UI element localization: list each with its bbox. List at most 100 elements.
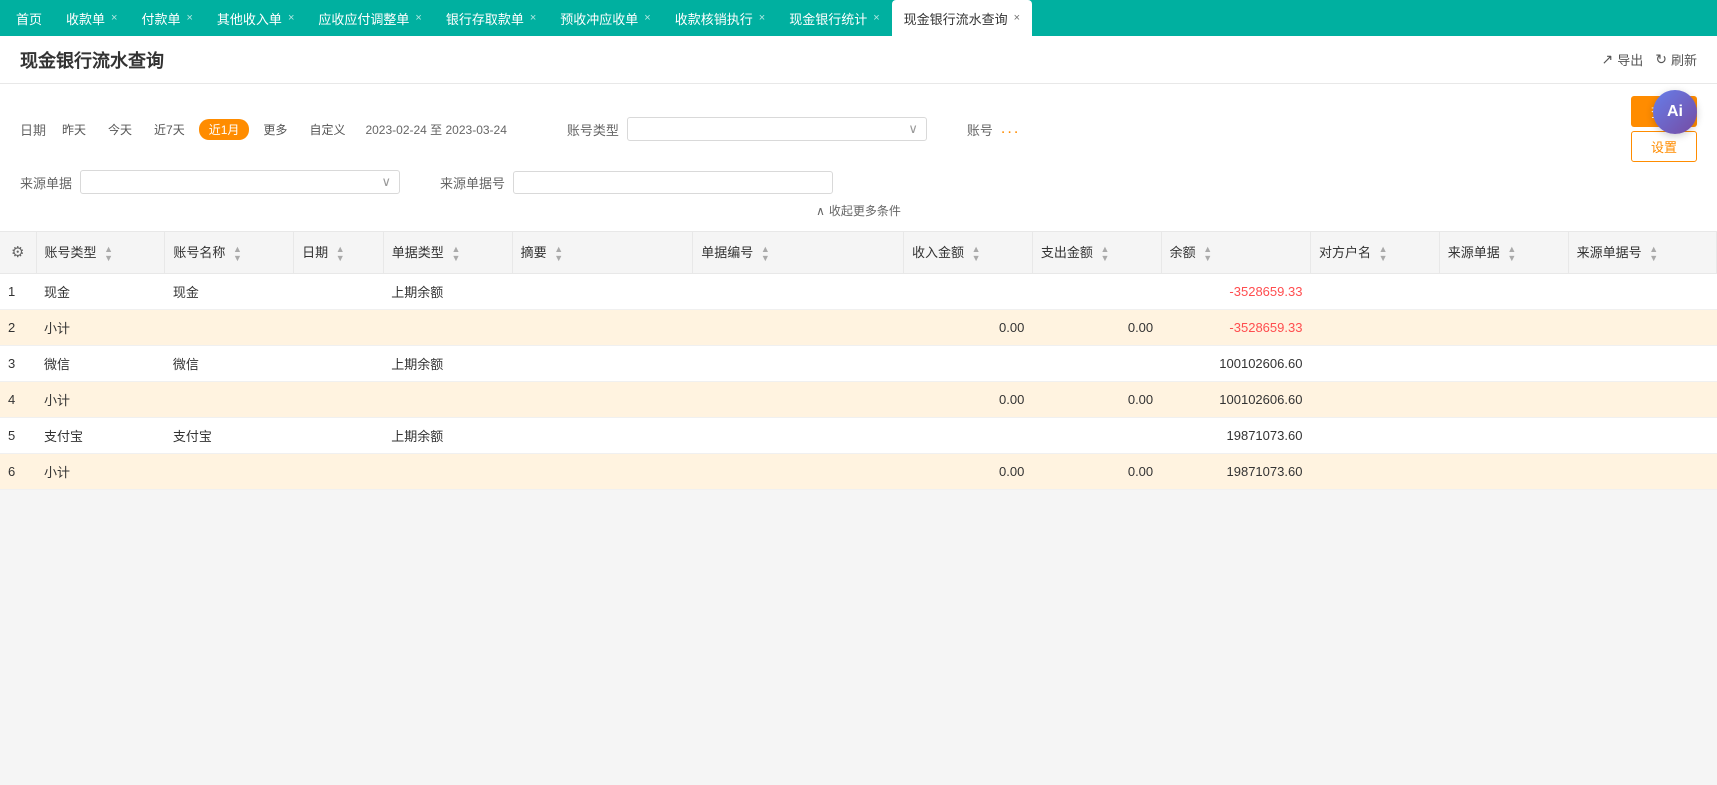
- date-1month[interactable]: 近1月: [199, 119, 250, 140]
- table-row: 4小计0.000.00100102606.60: [0, 381, 1717, 417]
- sort-source-doc-no-icon[interactable]: ▲▼: [1649, 245, 1658, 263]
- cell-account-name: 支付宝: [165, 417, 294, 453]
- cell-doc-no: [693, 381, 904, 417]
- cell-source-doc-no: [1568, 453, 1716, 489]
- date-more[interactable]: 更多: [255, 119, 295, 140]
- col-summary: 摘要 ▲▼: [512, 232, 693, 273]
- source-doc-no-input[interactable]: [513, 171, 833, 194]
- cell-account-type: 微信: [36, 345, 165, 381]
- cell-date: [294, 345, 384, 381]
- close-tab-6-icon[interactable]: ×: [759, 12, 765, 24]
- source-doc-no-label: 来源单据号: [440, 173, 505, 192]
- cell-doc-type: [383, 381, 512, 417]
- cell-expense: [1032, 273, 1161, 309]
- cell-summary: [512, 273, 693, 309]
- cell-summary: [512, 453, 693, 489]
- cell-account-name: [165, 381, 294, 417]
- sort-account-type-icon[interactable]: ▲▼: [104, 245, 113, 263]
- ai-assistant-button[interactable]: Ai: [1653, 90, 1697, 134]
- close-tab-8-icon[interactable]: ×: [1014, 12, 1020, 24]
- nav-tab-1[interactable]: 付款单 ×: [129, 0, 204, 36]
- col-source-doc-no-label: 来源单据号: [1577, 245, 1642, 260]
- cell-source-doc: [1439, 417, 1568, 453]
- nav-tab-5[interactable]: 预收冲应收单 ×: [548, 0, 662, 36]
- cell-income: 0.00: [904, 309, 1033, 345]
- sort-balance-icon[interactable]: ▲▼: [1203, 245, 1212, 263]
- cell-expense: 0.00: [1032, 453, 1161, 489]
- cell-account-name: 现金: [165, 273, 294, 309]
- sort-summary-icon[interactable]: ▲▼: [554, 245, 563, 263]
- close-tab-0-icon[interactable]: ×: [111, 12, 117, 24]
- col-income-label: 收入金额: [912, 245, 964, 260]
- sort-doc-no-icon[interactable]: ▲▼: [761, 245, 770, 263]
- page-header: 现金银行流水查询 ↗ 导出 ↻ 刷新: [0, 36, 1717, 84]
- nav-tab-3[interactable]: 应收应付调整单 ×: [306, 0, 433, 36]
- account-type-select[interactable]: ∨: [627, 117, 927, 141]
- cell-account-type: 小计: [36, 381, 165, 417]
- date-today[interactable]: 今天: [100, 119, 140, 140]
- cell-summary: [512, 309, 693, 345]
- cell-date: [294, 381, 384, 417]
- nav-tab-6[interactable]: 收款核销执行 ×: [663, 0, 777, 36]
- col-counterparty-label: 对方户名: [1319, 245, 1371, 260]
- sort-date-icon[interactable]: ▲▼: [336, 245, 345, 263]
- refresh-button[interactable]: ↻ 刷新: [1655, 50, 1697, 69]
- col-doc-no-label: 单据编号: [701, 245, 753, 260]
- cell-account-type: 小计: [36, 453, 165, 489]
- sort-income-icon[interactable]: ▲▼: [972, 245, 981, 263]
- data-table: ⚙ 账号类型 ▲▼ 账号名称 ▲▼ 日期 ▲▼ 单据类型 ▲▼: [0, 232, 1717, 490]
- export-button[interactable]: ↗ 导出: [1602, 50, 1644, 69]
- filter-row-2: 来源单据 ∨ 来源单据号: [20, 170, 1697, 194]
- filter-row-1: 日期 昨天 今天 近7天 近1月 更多 自定义 2023-02-24 至 202…: [20, 96, 1697, 162]
- close-tab-7-icon[interactable]: ×: [873, 12, 879, 24]
- chevron-up-icon: ∧: [816, 204, 825, 218]
- account-type-arrow-icon: ∨: [908, 121, 918, 137]
- col-account-type: 账号类型 ▲▼: [36, 232, 165, 273]
- data-table-container: ⚙ 账号类型 ▲▼ 账号名称 ▲▼ 日期 ▲▼ 单据类型 ▲▼: [0, 232, 1717, 490]
- nav-tab-8[interactable]: 现金银行流水查询 ×: [892, 0, 1032, 36]
- col-account-type-label: 账号类型: [45, 245, 97, 260]
- cell-doc-no: [693, 417, 904, 453]
- sort-account-name-icon[interactable]: ▲▼: [233, 245, 242, 263]
- source-doc-no-filter-group: 来源单据号: [440, 171, 833, 194]
- close-tab-4-icon[interactable]: ×: [530, 12, 536, 24]
- col-expense: 支出金额 ▲▼: [1032, 232, 1161, 273]
- date-label: 日期: [20, 120, 46, 139]
- date-7days[interactable]: 近7天: [146, 119, 193, 140]
- cell-counterparty: [1310, 273, 1439, 309]
- nav-tab-4[interactable]: 银行存取款单 ×: [434, 0, 548, 36]
- close-tab-2-icon[interactable]: ×: [288, 12, 294, 24]
- cell-income: 0.00: [904, 381, 1033, 417]
- nav-tab-7[interactable]: 现金银行统计 ×: [777, 0, 891, 36]
- cell-balance: 100102606.60: [1161, 345, 1310, 381]
- cell-doc-type: 上期余额: [383, 417, 512, 453]
- column-settings-icon[interactable]: ⚙: [11, 244, 24, 261]
- source-doc-filter-group: 来源单据 ∨: [20, 170, 400, 194]
- table-row: 6小计0.000.0019871073.60: [0, 453, 1717, 489]
- source-doc-select[interactable]: ∨: [80, 170, 400, 194]
- close-tab-3-icon[interactable]: ×: [415, 12, 421, 24]
- close-tab-5-icon[interactable]: ×: [644, 12, 650, 24]
- nav-home[interactable]: 首页: [4, 9, 54, 28]
- settings-button[interactable]: 设置: [1631, 131, 1697, 162]
- cell-source-doc-no: [1568, 381, 1716, 417]
- top-navigation: 首页 收款单 × 付款单 × 其他收入单 × 应收应付调整单 × 银行存取款单 …: [0, 0, 1717, 36]
- close-tab-1-icon[interactable]: ×: [186, 12, 192, 24]
- nav-tab-2[interactable]: 其他收入单 ×: [205, 0, 306, 36]
- col-account-name: 账号名称 ▲▼: [165, 232, 294, 273]
- cell-summary: [512, 345, 693, 381]
- collapse-bar[interactable]: ∧ 收起更多条件: [20, 202, 1697, 219]
- cell-source-doc-no: [1568, 345, 1716, 381]
- date-custom[interactable]: 自定义: [301, 119, 353, 140]
- date-options: 昨天 今天 近7天 近1月 更多 自定义: [54, 119, 353, 140]
- cell-expense: 0.00: [1032, 381, 1161, 417]
- cell-account-name: [165, 309, 294, 345]
- sort-doc-type-icon[interactable]: ▲▼: [451, 245, 460, 263]
- account-dots-button[interactable]: ...: [1001, 120, 1020, 138]
- sort-expense-icon[interactable]: ▲▼: [1100, 245, 1109, 263]
- cell-summary: [512, 381, 693, 417]
- date-yesterday[interactable]: 昨天: [54, 119, 94, 140]
- sort-counterparty-icon[interactable]: ▲▼: [1379, 245, 1388, 263]
- sort-source-doc-icon[interactable]: ▲▼: [1507, 245, 1516, 263]
- nav-tab-0[interactable]: 收款单 ×: [54, 0, 129, 36]
